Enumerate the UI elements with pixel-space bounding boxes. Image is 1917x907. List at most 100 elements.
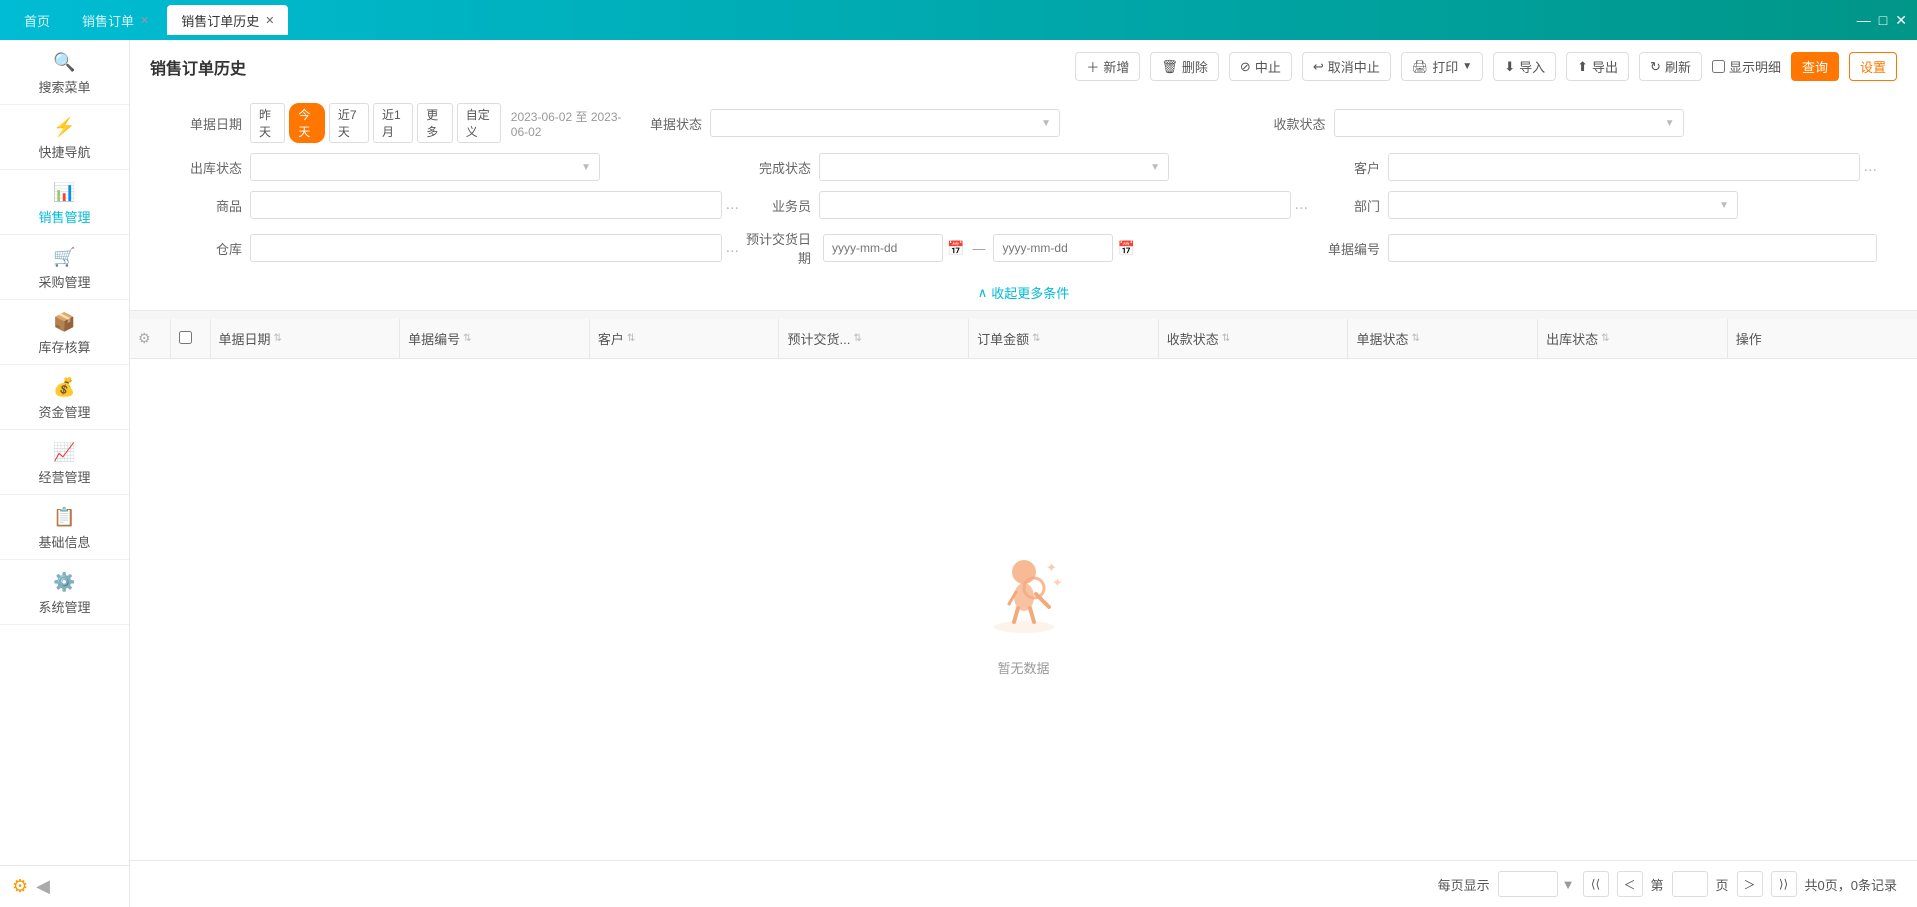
table-settings-icon[interactable]: ⚙ xyxy=(138,330,151,346)
tab-sales-order-history-label: 销售订单历史 xyxy=(181,11,259,30)
complete-select[interactable]: ▼ xyxy=(819,153,1169,181)
col-amount: 订单金额 ⇅ xyxy=(969,319,1159,359)
next-page-btn[interactable]: ＞ xyxy=(1737,871,1763,897)
date-label: 单据日期 xyxy=(170,114,250,133)
salesperson-more-icon[interactable]: ... xyxy=(1295,196,1308,214)
new-icon: ＋ xyxy=(1086,57,1099,76)
sidebar-item-system-mgmt[interactable]: ⚙️ 系统管理 xyxy=(0,560,129,625)
window-minimize[interactable]: — xyxy=(1857,12,1871,29)
page-size-dropdown-icon[interactable]: ▼ xyxy=(1562,877,1575,892)
window-close[interactable]: ✕ xyxy=(1895,12,1907,29)
sidebar-item-operations-label: 经营管理 xyxy=(38,467,90,486)
warehouse-input[interactable] xyxy=(250,234,722,262)
sidebar-item-search-menu[interactable]: 🔍 搜索菜单 xyxy=(0,40,129,105)
prev-page-btn[interactable]: ＜ xyxy=(1617,871,1643,897)
date-btn-more[interactable]: 更多 xyxy=(417,103,452,143)
tab-home[interactable]: 首页 xyxy=(10,5,64,35)
col-date-sort[interactable]: ⇅ xyxy=(274,333,282,344)
filter-row-3: 商品 ... 业务员 ... 部门 xyxy=(170,191,1877,219)
col-no-sort[interactable]: ⇅ xyxy=(463,333,471,344)
date-btn-7days[interactable]: 近7天 xyxy=(329,103,369,143)
date-btn-1month[interactable]: 近1月 xyxy=(373,103,413,143)
sidebar-item-inventory[interactable]: 📦 库存核算 xyxy=(0,300,129,365)
tab-sales-order-history-close[interactable]: ✕ xyxy=(265,14,274,27)
new-button[interactable]: ＋ 新增 xyxy=(1075,52,1140,81)
display-detail-input[interactable] xyxy=(1712,60,1725,73)
select-all-checkbox[interactable] xyxy=(179,331,192,344)
customer-more-icon[interactable]: ... xyxy=(1864,158,1877,176)
search-menu-icon: 🔍 xyxy=(53,52,75,73)
product-more-icon[interactable]: ... xyxy=(726,196,739,214)
print-label: 打印 xyxy=(1432,57,1458,76)
dept-select[interactable]: ▼ xyxy=(1388,191,1738,219)
window-maximize[interactable]: □ xyxy=(1879,12,1887,29)
cancel-stop-label: 取消中止 xyxy=(1328,57,1380,76)
sidebar-item-operations[interactable]: 📈 经营管理 xyxy=(0,430,129,495)
page-size-input[interactable]: 50 xyxy=(1498,871,1558,897)
date-btn-today[interactable]: 今天 xyxy=(289,103,324,143)
sidebar-item-quick-nav[interactable]: ⚡ 快捷导航 xyxy=(0,105,129,170)
date-btn-yesterday[interactable]: 昨天 xyxy=(250,103,285,143)
print-button[interactable]: 🖨 打印 ▼ xyxy=(1401,52,1483,81)
product-input[interactable] xyxy=(250,191,722,219)
sidebar-item-purchase-mgmt[interactable]: 🛒 采购管理 xyxy=(0,235,129,300)
delete-button[interactable]: 🗑 删除 xyxy=(1150,52,1219,81)
status-select[interactable]: ▼ xyxy=(710,109,1060,137)
collapse-text: 收起更多条件 xyxy=(991,283,1069,302)
sidebar-collapse-icon[interactable]: ◀ xyxy=(36,876,50,897)
col-receipt-status: 收款状态 ⇅ xyxy=(1158,319,1348,359)
receipt-status-dropdown-icon: ▼ xyxy=(1665,118,1675,129)
col-bill-sort[interactable]: ⇅ xyxy=(1411,333,1419,344)
export-button[interactable]: ⬆ 导出 xyxy=(1566,52,1629,81)
tab-sales-order[interactable]: 销售订单 ✕ xyxy=(68,5,163,35)
customer-input[interactable] xyxy=(1388,153,1860,181)
receipt-status-select[interactable]: ▼ xyxy=(1334,109,1684,137)
col-customer-sort[interactable]: ⇅ xyxy=(627,333,635,344)
setting-button[interactable]: 设置 xyxy=(1849,52,1897,81)
tab-sales-order-close[interactable]: ✕ xyxy=(140,14,149,27)
stop-icon: ⊘ xyxy=(1240,59,1251,75)
import-label: 导入 xyxy=(1519,57,1545,76)
query-button[interactable]: 查询 xyxy=(1791,52,1839,81)
sidebar-settings-icon[interactable]: ⚙ xyxy=(12,876,28,897)
col-no-label: 单据编号 xyxy=(408,329,460,348)
outstock-select[interactable]: ▼ xyxy=(250,153,600,181)
sidebar-item-finance[interactable]: 💰 资金管理 xyxy=(0,365,129,430)
order-no-input[interactable] xyxy=(1388,234,1877,262)
sidebar-item-sales-mgmt[interactable]: 📊 销售管理 xyxy=(0,170,129,235)
collapse-row[interactable]: ∧ 收起更多条件 xyxy=(170,277,1877,310)
date-btn-custom[interactable]: 自定义 xyxy=(457,103,501,143)
col-receipt-sort[interactable]: ⇅ xyxy=(1222,333,1230,344)
col-stock-sort[interactable]: ⇅ xyxy=(1601,333,1609,344)
import-icon: ⬇ xyxy=(1504,59,1515,75)
delivery-date-from[interactable] xyxy=(823,234,943,262)
customer-label: 客户 xyxy=(1308,158,1388,177)
delete-icon: 🗑 xyxy=(1161,59,1178,75)
import-button[interactable]: ⬇ 导入 xyxy=(1493,52,1556,81)
refresh-button[interactable]: ↻ 刷新 xyxy=(1639,52,1702,81)
complete-label: 完成状态 xyxy=(739,158,819,177)
page-header: 销售订单历史 ＋ 新增 🗑 删除 ⊘ 中止 ↩ xyxy=(130,40,1917,311)
col-no: 单据编号 ⇅ xyxy=(400,319,590,359)
first-page-btn[interactable]: ⟨⟨ xyxy=(1583,871,1609,897)
svg-text:✦: ✦ xyxy=(1052,575,1063,590)
delivery-calendar-from[interactable]: 📅 xyxy=(947,240,964,257)
delete-label: 删除 xyxy=(1182,57,1208,76)
stop-button[interactable]: ⊘ 中止 xyxy=(1229,52,1292,81)
salesperson-input[interactable] xyxy=(819,191,1291,219)
delivery-calendar-to[interactable]: 📅 xyxy=(1117,240,1134,257)
outstock-dropdown-icon: ▼ xyxy=(581,162,591,173)
cancel-stop-button[interactable]: ↩ 取消中止 xyxy=(1302,52,1391,81)
sidebar-item-basic-info[interactable]: 📋 基础信息 xyxy=(0,495,129,560)
page-title-row: 销售订单历史 ＋ 新增 🗑 删除 ⊘ 中止 ↩ xyxy=(150,52,1897,81)
sidebar-item-search-menu-label: 搜索菜单 xyxy=(38,77,90,96)
last-page-btn[interactable]: ⟩⟩ xyxy=(1771,871,1797,897)
tab-sales-order-history[interactable]: 销售订单历史 ✕ xyxy=(167,5,288,35)
current-page-input[interactable]: 1 xyxy=(1672,871,1708,897)
warehouse-more-icon[interactable]: ... xyxy=(726,239,739,257)
display-detail-checkbox[interactable]: 显示明细 xyxy=(1712,57,1781,76)
product-label: 商品 xyxy=(170,196,250,215)
col-delivery-sort[interactable]: ⇅ xyxy=(853,333,861,344)
delivery-date-to[interactable] xyxy=(993,234,1113,262)
col-amount-sort[interactable]: ⇅ xyxy=(1032,333,1040,344)
